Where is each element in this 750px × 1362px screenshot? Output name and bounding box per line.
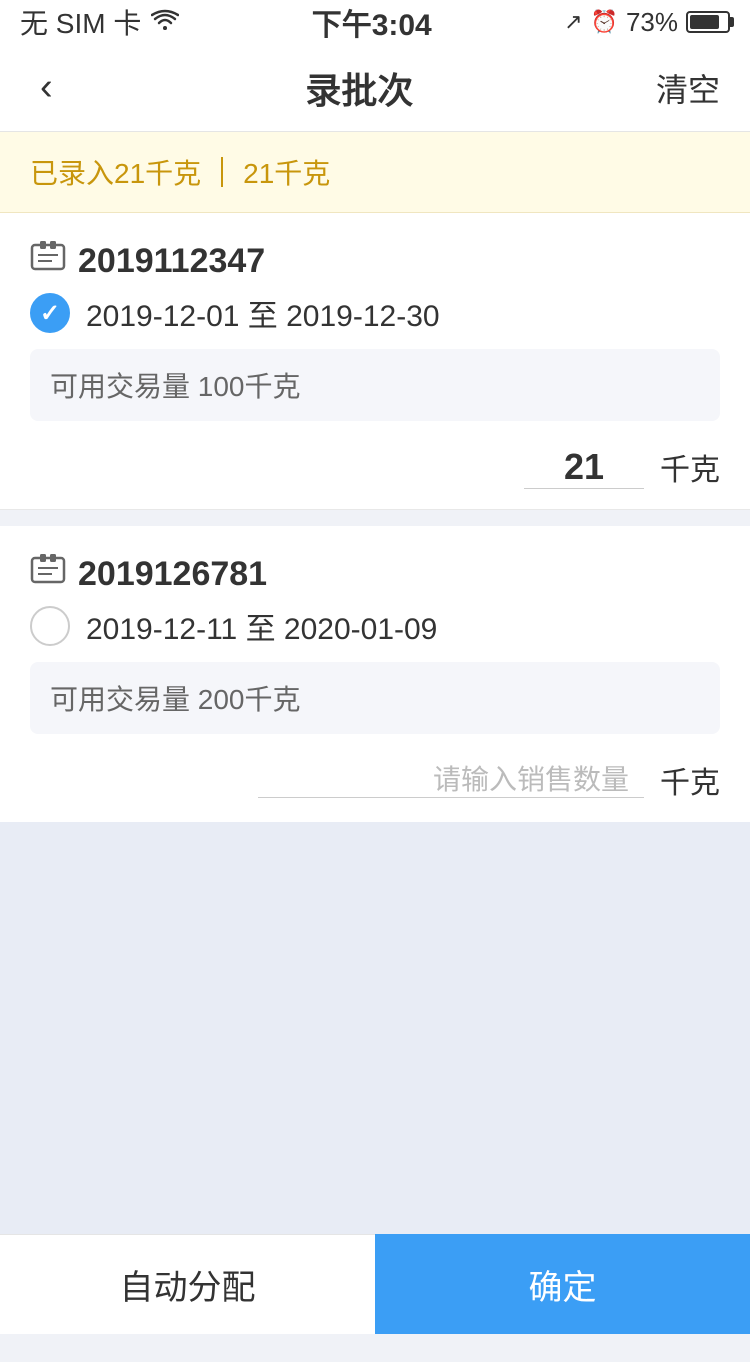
batch1-quantity-value: 21 [564, 446, 604, 487]
info-divider [221, 157, 223, 187]
nav-bar: ‹ 录批次 清空 [0, 44, 750, 132]
battery-text: 73% [626, 7, 678, 38]
clear-button[interactable]: 清空 [656, 65, 720, 111]
batch2-avail-text: 可用交易量 200千克 [50, 684, 301, 715]
recorded-label: 已录入21千克 [30, 152, 201, 192]
back-button[interactable]: ‹ [30, 56, 63, 119]
status-right: ↗ ⏰ 73% [564, 7, 730, 38]
confirm-label: 确定 [529, 1260, 597, 1309]
batch-card-1: 2019112347 2019-12-01 至 2019-12-30 可用交易量… [0, 213, 750, 510]
batch1-id: 2019112347 [78, 242, 265, 281]
batch-card-2: 2019126781 2019-12-11 至 2020-01-09 可用交易量… [0, 526, 750, 822]
wifi-icon [151, 6, 179, 38]
alarm-icon: ⏰ [591, 9, 618, 35]
batch2-date: 2019-12-11 至 2020-01-09 [86, 604, 437, 648]
batch1-available: 可用交易量 100千克 [30, 349, 720, 421]
status-time: 下午3:04 [312, 0, 432, 44]
batch2-radio[interactable] [30, 606, 70, 646]
batch2-available: 可用交易量 200千克 [30, 662, 720, 734]
batch1-date: 2019-12-01 至 2019-12-30 [86, 291, 440, 335]
batch1-avail-text: 可用交易量 100千克 [50, 371, 301, 402]
batch1-date-row: 2019-12-01 至 2019-12-30 [0, 291, 750, 335]
batch2-unit: 千克 [660, 758, 720, 802]
location-icon: ↗ [564, 9, 582, 35]
batch2-quantity-input[interactable] [258, 763, 644, 798]
batch2-date-row: 2019-12-11 至 2020-01-09 [0, 604, 750, 648]
page-title: 录批次 [305, 62, 413, 114]
batch2-icon [30, 554, 66, 594]
bottom-empty-area [0, 822, 750, 1262]
content-area: 已录入21千克 21千克 2019112347 2019-12-01 至 201… [0, 132, 750, 1362]
recorded-value: 21千克 [243, 152, 330, 192]
footer: 自动分配 确定 [0, 1234, 750, 1334]
carrier-text: 无 SIM 卡 [20, 2, 141, 42]
batch1-icon [30, 241, 66, 281]
batch2-input-row: 千克 [0, 734, 750, 822]
status-bar: 无 SIM 卡 下午3:04 ↗ ⏰ 73% [0, 0, 750, 44]
batch1-radio[interactable] [30, 293, 70, 333]
info-banner: 已录入21千克 21千克 [0, 132, 750, 213]
card-divider [0, 510, 750, 526]
batch1-header: 2019112347 [0, 213, 750, 291]
auto-distribute-button[interactable]: 自动分配 [0, 1234, 375, 1334]
confirm-button[interactable]: 确定 [375, 1234, 750, 1334]
batch1-unit: 千克 [660, 445, 720, 489]
batch2-header: 2019126781 [0, 526, 750, 604]
status-left: 无 SIM 卡 [20, 2, 179, 42]
batch1-quantity-row: 21 千克 [0, 421, 750, 510]
battery-icon [686, 11, 730, 33]
batch1-quantity-underline: 21 [524, 446, 644, 489]
auto-distribute-label: 自动分配 [120, 1260, 256, 1309]
batch2-id: 2019126781 [78, 555, 267, 594]
